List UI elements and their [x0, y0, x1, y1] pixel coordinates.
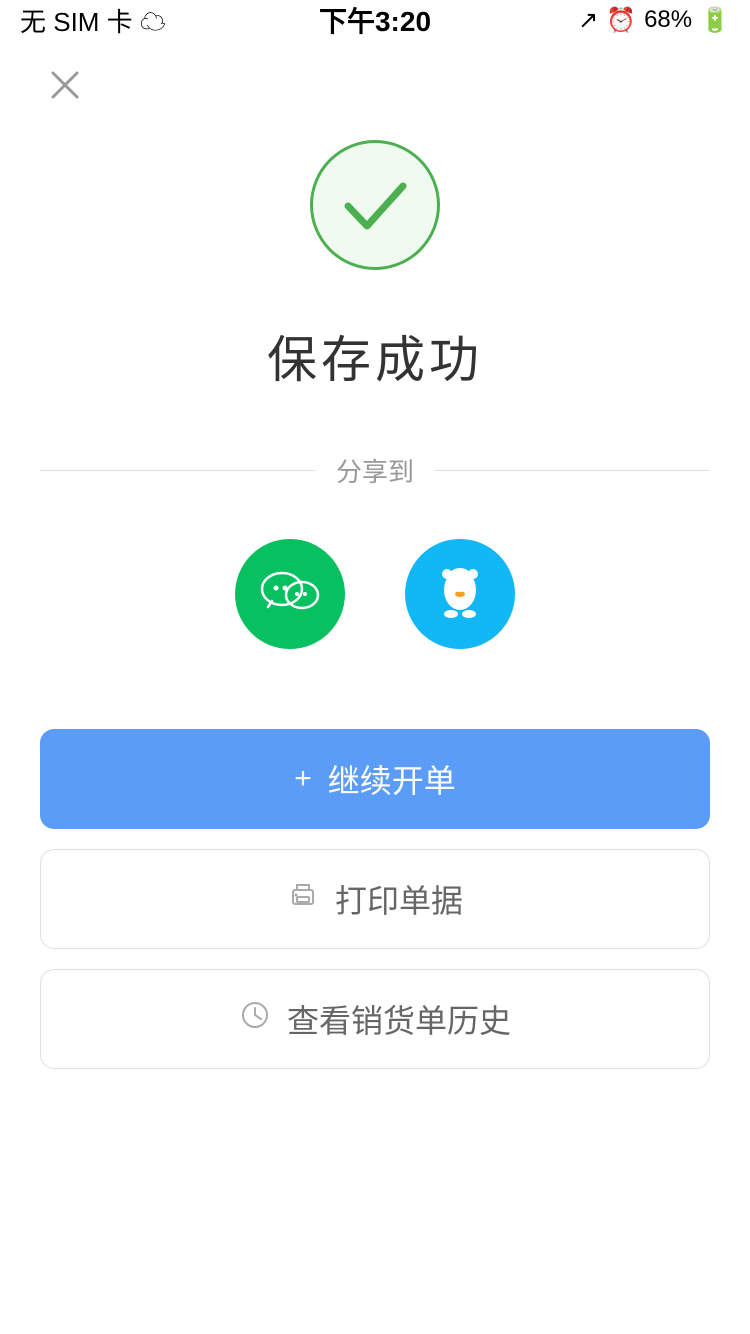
action-buttons: + 继续开单 打印单据: [40, 729, 710, 1069]
plus-icon: +: [294, 762, 312, 796]
history-button[interactable]: 查看销货单历史: [40, 969, 710, 1069]
status-right: ↗ ⏰ 68% 🔋: [578, 6, 730, 35]
print-button[interactable]: 打印单据: [40, 849, 710, 949]
status-time: 下午3:20: [319, 0, 431, 40]
divider-left: [40, 470, 316, 471]
continue-label: 继续开单: [328, 756, 456, 802]
qq-icon: [428, 564, 493, 624]
wechat-share-button[interactable]: [235, 539, 345, 649]
history-label: 查看销货单历史: [287, 996, 511, 1042]
close-button[interactable]: [40, 60, 90, 110]
battery-icon: 🔋: [700, 6, 730, 35]
sim-label: 无 SIM 卡 ☁: [20, 2, 166, 39]
wechat-icon: [258, 567, 323, 622]
success-icon-container: [310, 140, 440, 270]
print-label: 打印单据: [335, 876, 463, 922]
close-icon: [50, 70, 80, 100]
checkmark-icon: [343, 178, 408, 233]
battery-label: 68%: [644, 6, 692, 34]
share-icons: [235, 539, 515, 649]
divider-right: [434, 470, 710, 471]
print-icon: [287, 879, 319, 919]
share-section: 分享到: [40, 452, 710, 489]
status-left: 无 SIM 卡 ☁: [20, 2, 166, 39]
main-content: 保存成功 分享到: [0, 40, 750, 1334]
clock-icon: [239, 999, 271, 1039]
share-label: 分享到: [336, 452, 414, 489]
location-icon: ↗: [578, 6, 598, 35]
status-bar: 无 SIM 卡 ☁ 下午3:20 ↗ ⏰ 68% 🔋: [0, 0, 750, 40]
continue-button[interactable]: + 继续开单: [40, 729, 710, 829]
alarm-icon: ⏰: [606, 6, 636, 35]
qq-share-button[interactable]: [405, 539, 515, 649]
success-title: 保存成功: [267, 320, 483, 392]
